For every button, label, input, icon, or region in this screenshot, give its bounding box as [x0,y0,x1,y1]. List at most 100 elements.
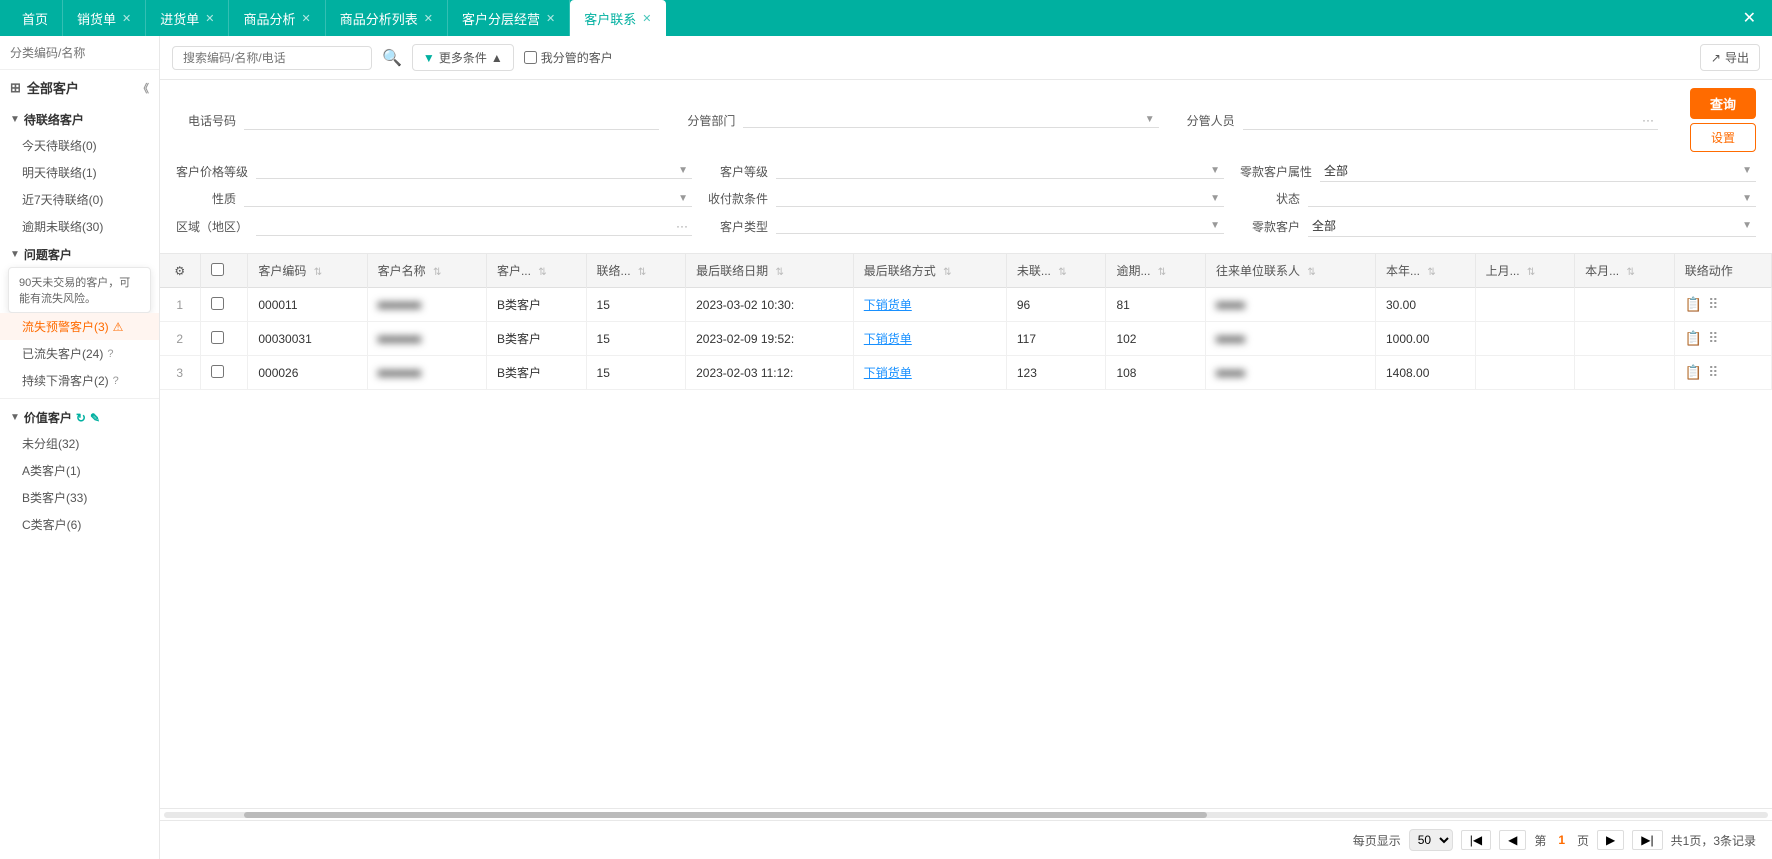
row-checkbox-cell[interactable] [200,356,248,390]
col-this-month[interactable]: 本月... ⇅ [1575,254,1675,288]
prev-page-button[interactable]: ◀ [1499,830,1526,850]
more-actions-icon[interactable]: ⠿ [1708,296,1718,313]
sidebar-group-problem[interactable]: ▼ 问题客户 [0,240,159,267]
contact-action-icon[interactable]: 📋 [1685,364,1702,381]
tab-close-customer-contact[interactable]: ✕ [642,12,651,25]
contact-action-icon[interactable]: 📋 [1685,296,1702,313]
tab-product-analysis[interactable]: 商品分析 ✕ [229,0,325,36]
retail-attr-select[interactable]: 全部 ▼ [1320,160,1756,182]
contact-method-link[interactable]: 下销货单 [864,298,912,312]
tab-close-sales-order[interactable]: ✕ [122,12,131,25]
retail-attr-arrow: ▼ [1742,165,1752,176]
sort-icon-type: ⇅ [538,267,546,278]
customer-type-select[interactable]: ▼ [776,218,1224,234]
region-more-icon[interactable]: ··· [676,219,688,233]
col-checkbox[interactable] [200,254,248,288]
row-checkbox-cell[interactable] [200,288,248,322]
sidebar-item-churned[interactable]: 已流失客户(24) ? [0,340,159,367]
col-actions: 联络动作 [1674,254,1771,288]
sidebar-item-7days-contact[interactable]: 近7天待联络(0) [0,186,159,213]
tab-product-analysis-list[interactable]: 商品分析列表 ✕ [326,0,448,36]
collapse-icon: 《 [138,80,149,96]
sidebar-all-customers-header[interactable]: ⊞ 全部客户 《 [0,70,159,105]
col-unit-contact[interactable]: 往来单位联系人 ⇅ [1206,254,1376,288]
phone-input[interactable] [244,111,659,130]
col-code[interactable]: 客户编码 ⇅ [248,254,367,288]
row-type-cell: B类客户 [486,288,586,322]
person-select[interactable]: ··· [1243,111,1658,130]
settings-button[interactable]: 设置 [1690,123,1756,152]
sidebar-item-ungroup[interactable]: 未分组(32) [0,430,159,457]
row-checkbox[interactable] [211,365,224,378]
col-contact-count[interactable]: 联络... ⇅ [586,254,686,288]
sidebar-item-churn-warning[interactable]: 流失预警客户(3) ⚠ [0,313,159,340]
col-last-date[interactable]: 最后联络日期 ⇅ [686,254,854,288]
tab-close-product-list[interactable]: ✕ [424,12,433,25]
next-page-button[interactable]: ▶ [1597,830,1624,850]
scrollbar-thumb[interactable] [244,812,1206,818]
gender-select[interactable]: ▼ [244,191,692,207]
col-this-year[interactable]: 本年... ⇅ [1375,254,1475,288]
my-customers-checkbox[interactable] [524,51,537,64]
row-this-month-cell [1575,288,1675,322]
tab-home[interactable]: 首页 [8,0,63,36]
row-overdue-cell: 81 [1106,288,1206,322]
sidebar-item-c-class[interactable]: C类客户(6) [0,511,159,538]
export-button[interactable]: ↗ 导出 [1700,44,1760,71]
col-unlisted[interactable]: 未联... ⇅ [1006,254,1106,288]
more-actions-icon[interactable]: ⠿ [1708,330,1718,347]
customer-level-select[interactable]: ▼ [776,163,1224,179]
search-button-icon[interactable]: 🔍 [382,48,402,68]
per-page-select[interactable]: 50 [1409,829,1453,851]
sort-icon-code: ⇅ [314,267,322,278]
contact-method-link[interactable]: 下销货单 [864,332,912,346]
tab-sales-order[interactable]: 销货单 ✕ [63,0,146,36]
edit-icon-value[interactable]: ✎ [90,411,100,425]
query-button[interactable]: 查询 [1690,88,1756,119]
sidebar-search-input[interactable] [10,46,160,60]
col-settings[interactable]: ⚙ [160,254,200,288]
sidebar-item-overdue-contact[interactable]: 逾期未联络(30) [0,213,159,240]
region-select[interactable]: ··· [256,217,692,236]
sidebar-group-value[interactable]: ▼ 价值客户 ↻ ✎ [0,403,159,430]
last-page-button[interactable]: ▶| [1632,830,1662,850]
dept-select[interactable]: ▼ [743,112,1158,128]
col-name[interactable]: 客户名称 ⇅ [367,254,486,288]
select-all-checkbox[interactable] [211,263,224,276]
row-checkbox-cell[interactable] [200,322,248,356]
col-type[interactable]: 客户... ⇅ [486,254,586,288]
tab-close-purchase[interactable]: ✕ [205,12,214,25]
contact-action-icon[interactable]: 📋 [1685,330,1702,347]
row-name-cell: ■■■■■■ [367,356,486,390]
tab-customer-tier[interactable]: 客户分层经营 ✕ [448,0,570,36]
person-more-icon[interactable]: ··· [1642,113,1654,127]
horizontal-scrollbar[interactable] [160,808,1772,820]
sidebar-item-tomorrow-contact[interactable]: 明天待联络(1) [0,159,159,186]
col-last-month[interactable]: 上月... ⇅ [1475,254,1575,288]
retail-customer-select[interactable]: 全部 ▼ [1308,215,1756,237]
status-select[interactable]: ▼ [1308,191,1756,207]
sidebar-item-today-contact[interactable]: 今天待联络(0) [0,132,159,159]
tab-close-customer-tier[interactable]: ✕ [546,12,555,25]
more-actions-icon[interactable]: ⠿ [1708,364,1718,381]
payment-select[interactable]: ▼ [776,191,1224,207]
search-input[interactable] [172,46,372,70]
sidebar-item-b-class[interactable]: B类客户(33) [0,484,159,511]
tab-customer-contact[interactable]: 客户联系 ✕ [570,0,666,36]
first-page-button[interactable]: |◀ [1461,830,1491,850]
col-overdue[interactable]: 逾期... ⇅ [1106,254,1206,288]
row-checkbox[interactable] [211,331,224,344]
tab-close-product-analysis[interactable]: ✕ [302,12,311,25]
contact-method-link[interactable]: 下销货单 [864,366,912,380]
tab-purchase-order[interactable]: 进货单 ✕ [146,0,229,36]
price-level-select[interactable]: ▼ [256,163,692,179]
refresh-icon-value[interactable]: ↻ [76,411,86,425]
more-conditions-button[interactable]: ▼ 更多条件 ▲ [412,44,514,71]
row-checkbox[interactable] [211,297,224,310]
col-last-method[interactable]: 最后联络方式 ⇅ [853,254,1006,288]
sidebar-item-declining[interactable]: 持续下滑客户(2) ? [0,367,159,394]
window-close-button[interactable]: ✕ [1735,8,1764,28]
my-customers-checkbox-label[interactable]: 我分管的客户 [524,49,613,66]
sidebar-group-pending[interactable]: ▼ 待联络客户 [0,105,159,132]
sidebar-item-a-class[interactable]: A类客户(1) [0,457,159,484]
